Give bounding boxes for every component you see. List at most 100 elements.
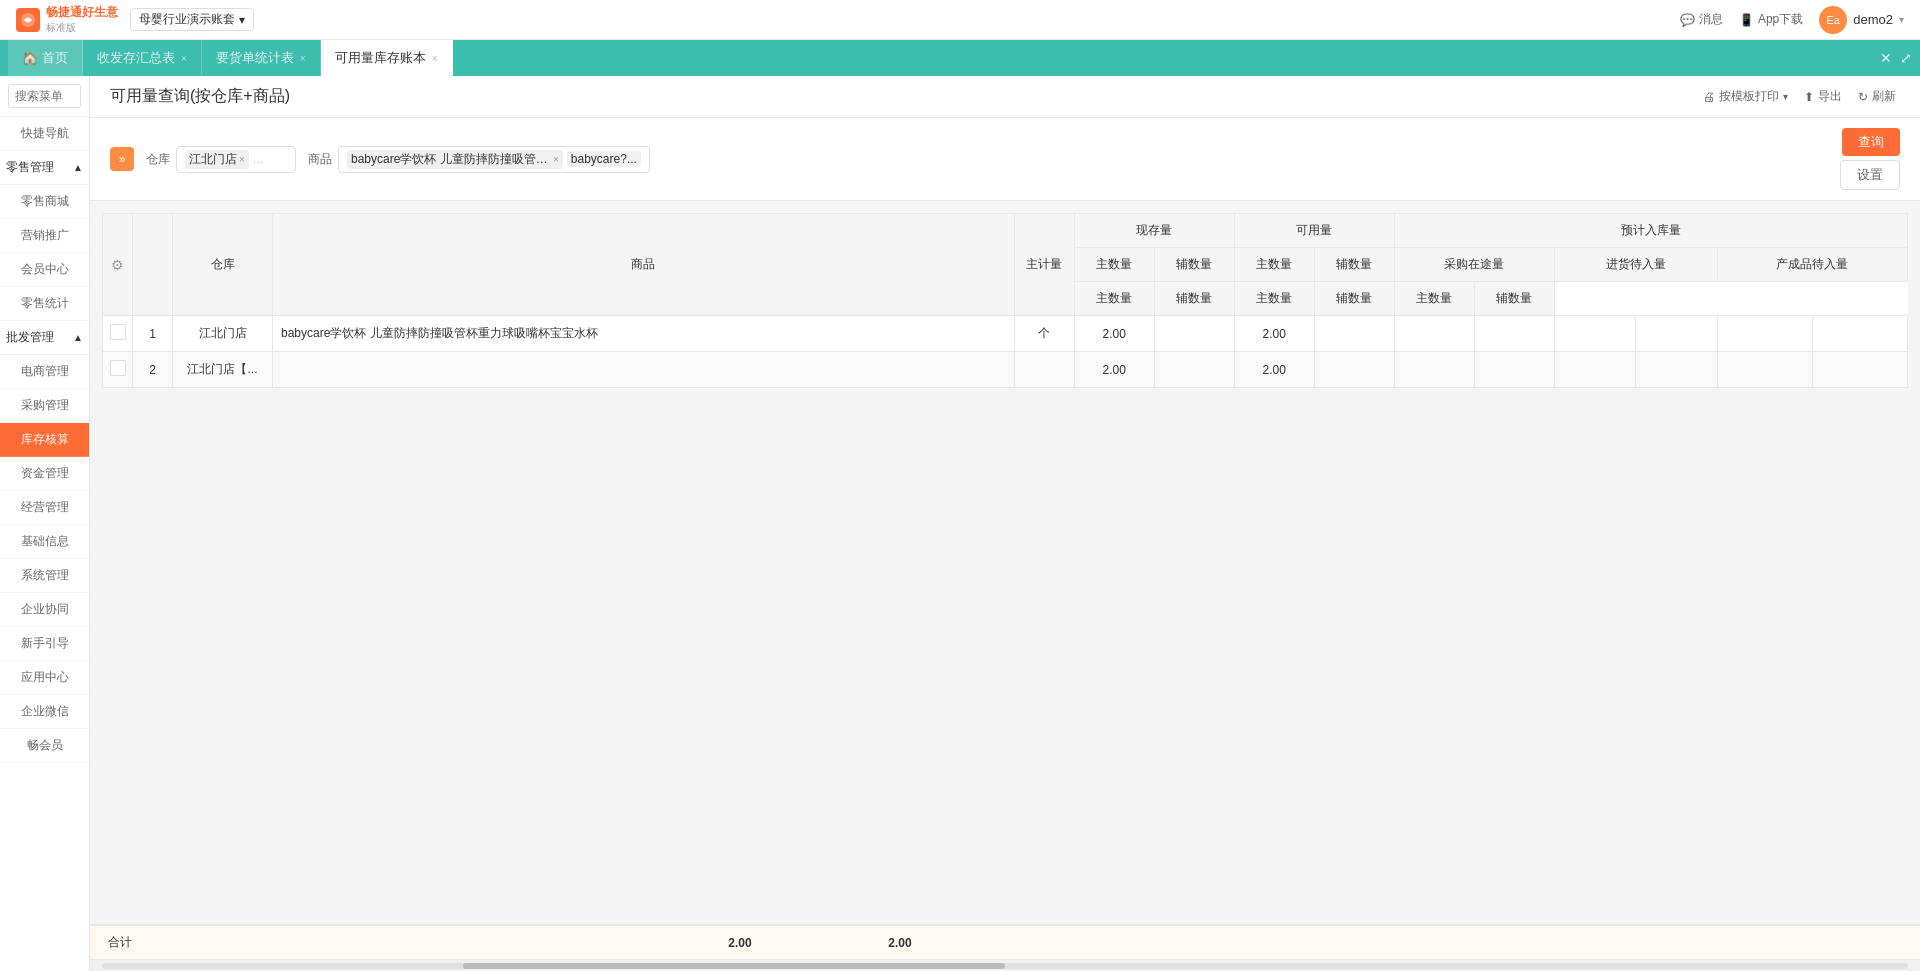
product-tag-2: babycare?... bbox=[567, 151, 641, 167]
data-table: ⚙ 仓库 商品 主计量 现存量 可用量 预计入库量 主数量 辅数量 主数量 bbox=[102, 213, 1908, 388]
th-settings[interactable]: ⚙ bbox=[103, 214, 133, 316]
warehouse-tag-close[interactable]: × bbox=[239, 154, 245, 165]
top-bar-left: 畅捷通好生意 标准版 母婴行业演示账套 ▾ bbox=[16, 4, 254, 35]
td-finished-main-2 bbox=[1717, 352, 1812, 388]
sidebar-item-marketing[interactable]: 营销推广 bbox=[0, 219, 89, 253]
sidebar-item-member-center[interactable]: 会员中心 bbox=[0, 253, 89, 287]
td-purchase-main-2 bbox=[1394, 352, 1474, 388]
table-row: 1 江北门店 babycare学饮杯 儿童防摔防撞吸管杯重力球吸嘴杯宝宝水杯 个… bbox=[103, 316, 1908, 352]
chevron-down-icon: ▾ bbox=[239, 13, 245, 27]
product-tag-1-close[interactable]: × bbox=[553, 154, 559, 165]
product-filter-label: 商品 bbox=[308, 151, 332, 168]
sidebar-item-enterprise-collab[interactable]: 企业协同 bbox=[0, 593, 89, 627]
table-container: ⚙ 仓库 商品 主计量 现存量 可用量 预计入库量 主数量 辅数量 主数量 bbox=[90, 201, 1920, 924]
td-unit-2 bbox=[1014, 352, 1074, 388]
td-finished-aux-2 bbox=[1812, 352, 1907, 388]
logo-icon bbox=[16, 8, 40, 32]
td-available-aux-1 bbox=[1314, 316, 1394, 352]
tab-receivable[interactable]: 收发存汇总表 × bbox=[83, 40, 202, 76]
sidebar: 快捷导航 零售管理 ▲ 零售商城 营销推广 会员中心 零售统计 批发管理 ▲ 电… bbox=[0, 76, 90, 971]
warehouse-filter-tags[interactable]: 江北门店 × ... bbox=[176, 146, 296, 173]
scroll-bar-thumb[interactable] bbox=[463, 963, 1005, 969]
export-icon: ⬆ bbox=[1804, 90, 1814, 104]
tab-receivable-label: 收发存汇总表 bbox=[97, 49, 175, 67]
search-input[interactable] bbox=[8, 84, 81, 108]
query-actions: 查询 设置 bbox=[1840, 128, 1900, 190]
th-warehouse: 仓库 bbox=[173, 214, 273, 316]
tab-order-stat-close[interactable]: × bbox=[300, 53, 306, 64]
footer-available-total: 2.00 bbox=[860, 936, 940, 950]
td-checkbox[interactable] bbox=[103, 316, 133, 352]
sidebar-search bbox=[0, 76, 89, 117]
expand-tabs-btn[interactable]: ⤢ bbox=[1900, 50, 1912, 66]
avatar: Ea bbox=[1819, 6, 1847, 34]
warehouse-more-dots: ... bbox=[253, 152, 263, 166]
th-purchase-aux: 辅数量 bbox=[1154, 282, 1234, 316]
refresh-btn[interactable]: ↻ 刷新 bbox=[1854, 86, 1900, 107]
sidebar-item-zero-sale-mall[interactable]: 零售商城 bbox=[0, 185, 89, 219]
export-btn[interactable]: ⬆ 导出 bbox=[1800, 86, 1846, 107]
filter-bar: » 仓库 江北门店 × ... 商品 babycare学饮杯 儿童防摔防撞吸管杯… bbox=[90, 118, 1920, 201]
sidebar-item-quick-nav[interactable]: 快捷导航 bbox=[0, 117, 89, 151]
product-filter-tags[interactable]: babycare学饮杯 儿童防摔防撞吸管杯重力球吸嘴杯宝宝水杯 × babyca… bbox=[338, 146, 650, 173]
td-inbound-main-1 bbox=[1554, 316, 1636, 352]
sidebar-item-app-center[interactable]: 应用中心 bbox=[0, 661, 89, 695]
industry-selector[interactable]: 母婴行业演示账套 ▾ bbox=[130, 8, 254, 31]
th-product: 商品 bbox=[273, 214, 1015, 316]
sidebar-item-purchase-mgmt[interactable]: 采购管理 bbox=[0, 389, 89, 423]
th-purchase-in-transit: 采购在途量 bbox=[1394, 248, 1554, 282]
td-product-1: babycare学饮杯 儿童防摔防撞吸管杯重力球吸嘴杯宝宝水杯 bbox=[273, 316, 1015, 352]
sidebar-item-stock-check[interactable]: 库存核算 bbox=[0, 423, 89, 457]
th-inbound-aux: 辅数量 bbox=[1314, 282, 1394, 316]
td-checkbox-2[interactable] bbox=[103, 352, 133, 388]
username-label: demo2 bbox=[1853, 12, 1893, 27]
tab-order-stat[interactable]: 要货单统计表 × bbox=[202, 40, 321, 76]
sidebar-item-finance-mgmt[interactable]: 资金管理 bbox=[0, 457, 89, 491]
td-warehouse-2: 江北门店【... bbox=[173, 352, 273, 388]
print-btn[interactable]: 🖨 按模板打印 ▾ bbox=[1699, 86, 1792, 107]
user-area[interactable]: Ea demo2 ▾ bbox=[1819, 6, 1904, 34]
filter-expand-btn[interactable]: » bbox=[110, 147, 134, 171]
footer-row: 合计 2.00 2.00 bbox=[102, 934, 1908, 951]
page-actions: 🖨 按模板打印 ▾ ⬆ 导出 ↻ 刷新 bbox=[1699, 86, 1900, 107]
product-tag-1: babycare学饮杯 儿童防摔防撞吸管杯重力球吸嘴杯宝宝水杯 × bbox=[347, 150, 563, 169]
query-btn[interactable]: 查询 bbox=[1842, 128, 1900, 156]
th-main-unit: 主计量 bbox=[1014, 214, 1074, 316]
sidebar-item-batch-mgmt[interactable]: 批发管理 ▲ bbox=[0, 321, 89, 355]
tab-available-stock[interactable]: 可用量库存账本 × bbox=[321, 40, 453, 76]
message-btn[interactable]: 💬 消息 bbox=[1680, 11, 1723, 28]
warehouse-filter-group: 仓库 江北门店 × ... bbox=[146, 146, 296, 173]
sidebar-item-zero-sale-mgmt[interactable]: 零售管理 ▲ bbox=[0, 151, 89, 185]
close-all-tabs-btn[interactable]: ✕ bbox=[1880, 50, 1892, 66]
sidebar-item-ecom-mgmt[interactable]: 电商管理 bbox=[0, 355, 89, 389]
tab-available-stock-close[interactable]: × bbox=[432, 53, 438, 64]
th-finished-aux: 辅数量 bbox=[1474, 282, 1554, 316]
main-layout: 快捷导航 零售管理 ▲ 零售商城 营销推广 会员中心 零售统计 批发管理 ▲ 电… bbox=[0, 76, 1920, 971]
tab-home[interactable]: 🏠 首页 bbox=[8, 40, 83, 76]
page-title: 可用量查询(按仓库+商品) bbox=[110, 86, 290, 107]
tab-receivable-close[interactable]: × bbox=[181, 53, 187, 64]
nav-tab-actions: ✕ ⤢ bbox=[1872, 40, 1920, 76]
td-current-aux-2 bbox=[1154, 352, 1234, 388]
sidebar-item-biz-mgmt[interactable]: 经营管理 bbox=[0, 491, 89, 525]
td-available-main-1: 2.00 bbox=[1234, 316, 1314, 352]
message-icon: 💬 bbox=[1680, 13, 1695, 27]
sidebar-item-zero-sale-stat[interactable]: 零售统计 bbox=[0, 287, 89, 321]
app-download-btn[interactable]: 📱 App下载 bbox=[1739, 11, 1803, 28]
sidebar-item-new-guide[interactable]: 新手引导 bbox=[0, 627, 89, 661]
sidebar-item-sys-mgmt[interactable]: 系统管理 bbox=[0, 559, 89, 593]
th-current-main-qty: 主数量 bbox=[1074, 248, 1154, 282]
sidebar-item-member[interactable]: 畅会员 bbox=[0, 729, 89, 763]
sidebar-item-base-info[interactable]: 基础信息 bbox=[0, 525, 89, 559]
td-warehouse-1: 江北门店 bbox=[173, 316, 273, 352]
tab-order-stat-label: 要货单统计表 bbox=[216, 49, 294, 67]
nav-tabs: 🏠 首页 收发存汇总表 × 要货单统计表 × 可用量库存账本 × ✕ ⤢ bbox=[0, 40, 1920, 76]
settings-btn[interactable]: 设置 bbox=[1840, 160, 1900, 190]
th-available-aux-qty: 辅数量 bbox=[1314, 248, 1394, 282]
warehouse-filter-label: 仓库 bbox=[146, 151, 170, 168]
td-inbound-aux-2 bbox=[1636, 352, 1718, 388]
scroll-bar-area[interactable] bbox=[90, 959, 1920, 971]
th-current-aux-qty: 辅数量 bbox=[1154, 248, 1234, 282]
sidebar-item-enterprise-wechat[interactable]: 企业微信 bbox=[0, 695, 89, 729]
settings-gear-icon[interactable]: ⚙ bbox=[111, 257, 124, 273]
